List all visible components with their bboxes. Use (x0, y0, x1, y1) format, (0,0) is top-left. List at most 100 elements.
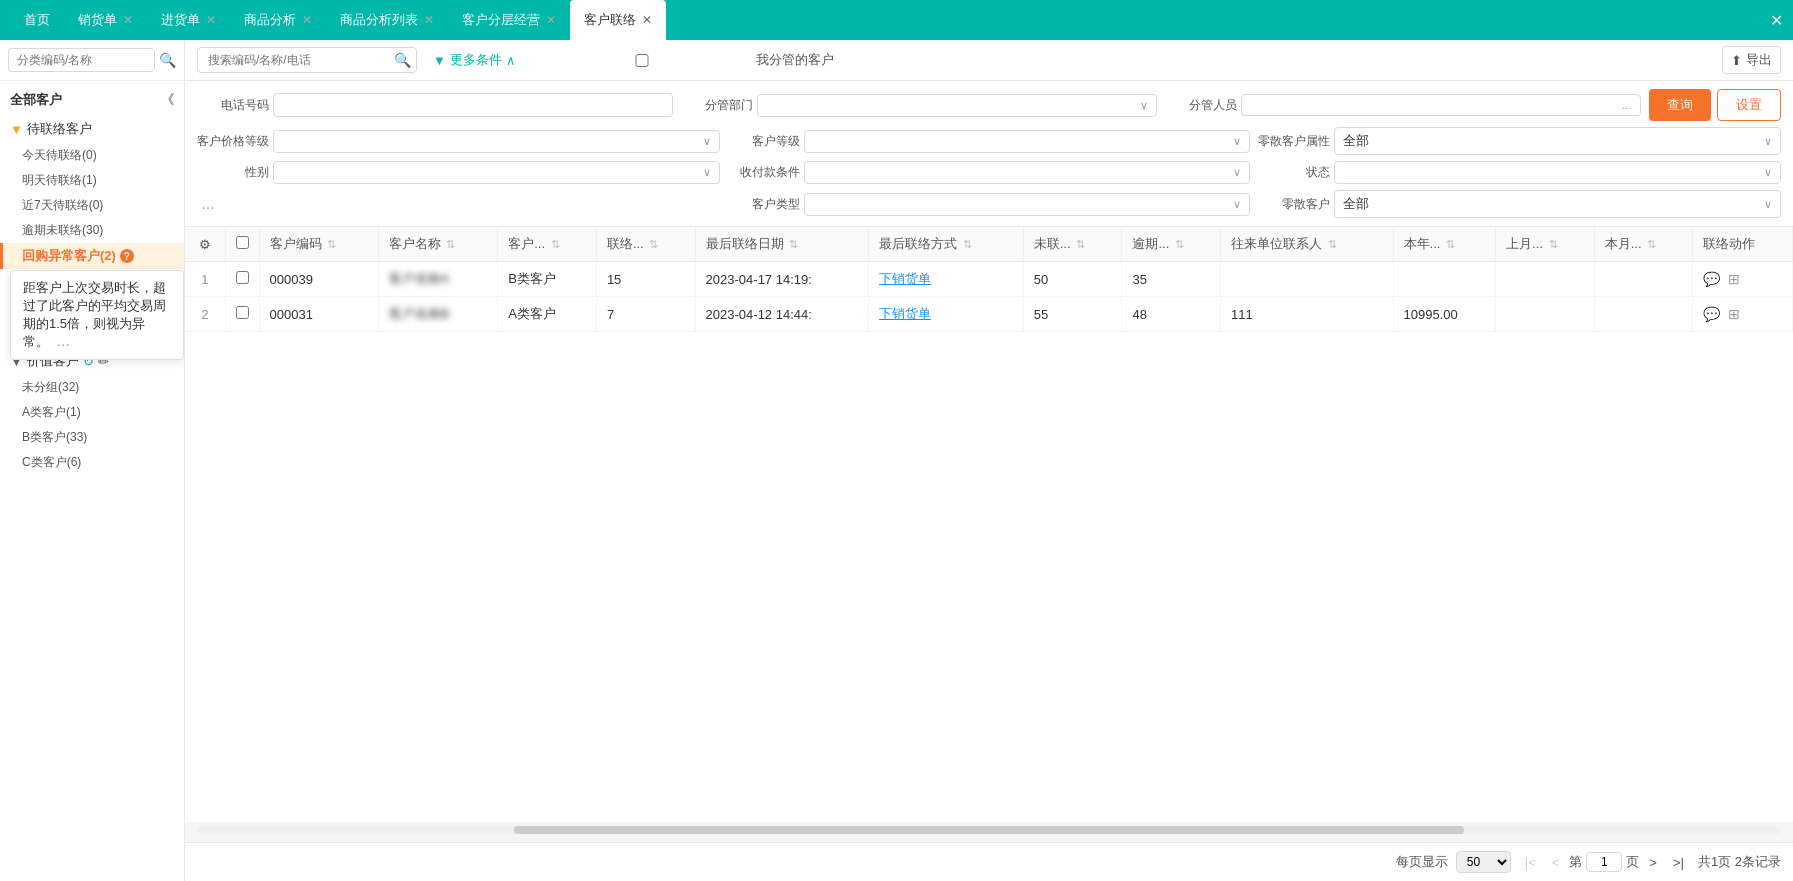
row2-no-contact: 55 (1023, 297, 1122, 332)
phone-field: 电话号码 (197, 93, 673, 117)
retail-attr-select[interactable]: 全部∨ (1334, 127, 1781, 155)
export-button[interactable]: ⬆ 导出 (1722, 46, 1781, 74)
col-name-label: 客户名称 (389, 236, 441, 251)
customer-price-field: 客户价格等级 ∨ (197, 130, 720, 153)
customer-price-label: 客户价格等级 (197, 133, 269, 150)
my-customer-checkbox[interactable] (532, 54, 752, 67)
nav-customer-contact[interactable]: 客户联络 ✕ (570, 0, 666, 40)
sidebar-item-repeat-buy[interactable]: 回购异常客户(2) ? (0, 243, 184, 269)
this-month-sort-icon[interactable]: ⇅ (1647, 238, 1656, 250)
dept-select[interactable]: ∨ (757, 94, 1157, 117)
row1-last-method-link[interactable]: 下销货单 (879, 271, 931, 286)
nav-product-analysis-list[interactable]: 商品分析列表 ✕ (326, 0, 448, 40)
payment-label: 收付款条件 (728, 164, 800, 181)
close-product-list-icon[interactable]: ✕ (424, 13, 434, 27)
select-all-checkbox[interactable] (236, 236, 249, 249)
sidebar-collapse-icon[interactable]: 《 (161, 91, 174, 109)
customer-type-select[interactable]: ∨ (804, 193, 1251, 216)
sidebar-item-ungrouped[interactable]: 未分组(32) (0, 375, 184, 400)
sidebar-item-c-class[interactable]: C类客户(6) (0, 450, 184, 475)
retail-select[interactable]: 全部∨ (1334, 190, 1781, 218)
nav-customer-tier[interactable]: 客户分层经营 ✕ (448, 0, 570, 40)
row1-more-icon[interactable]: ⊞ (1728, 271, 1740, 287)
this-year-sort-icon[interactable]: ⇅ (1446, 238, 1455, 250)
tooltip-more-icon[interactable]: … (56, 333, 70, 349)
close-sales-order-icon[interactable]: ✕ (123, 13, 133, 27)
search-button-icon[interactable]: 🔍 (394, 52, 411, 68)
page-number-input[interactable] (1586, 852, 1622, 872)
nav-product-analysis[interactable]: 商品分析 ✕ (230, 0, 326, 40)
settings-icon[interactable]: ⚙ (199, 237, 211, 252)
content-area: 🔍 ▼ 更多条件 ∧ 我分管的客户 ⬆ 导出 电话号码 (185, 40, 1793, 881)
advanced-filter-panel: 电话号码 分管部门 ∨ 分管人员 … 查询 设置 (185, 81, 1793, 227)
per-page-select[interactable]: 50 100 200 (1456, 851, 1511, 873)
first-page-button[interactable]: |< (1519, 853, 1542, 872)
manager-select[interactable]: … (1241, 94, 1641, 116)
close-purchase-order-icon[interactable]: ✕ (206, 13, 216, 27)
payment-select[interactable]: ∨ (804, 161, 1251, 184)
row1-checkbox[interactable] (236, 271, 249, 284)
next-page-button[interactable]: > (1643, 853, 1663, 872)
last-date-sort-icon[interactable]: ⇅ (789, 238, 798, 250)
contact-count-sort-icon[interactable]: ⇅ (649, 238, 658, 250)
sidebar-pending-section[interactable]: ▼ 待联络客户 (0, 115, 184, 143)
no-contact-sort-icon[interactable]: ⇅ (1076, 238, 1085, 250)
sidebar-item-tomorrow[interactable]: 明天待联络(1) (0, 168, 184, 193)
payment-chevron-icon: ∨ (1233, 166, 1241, 179)
tooltip-box: 距客户上次交易时长，超过了此客户的平均交易周期的1.5倍，则视为异常。 … (10, 270, 184, 360)
more-filter-field: … (197, 196, 720, 212)
row1-chat-icon[interactable]: 💬 (1703, 271, 1720, 287)
sidebar-item-b-class[interactable]: B类客户(33) (0, 425, 184, 450)
sidebar-item-overdue[interactable]: 逾期未联络(30) (0, 218, 184, 243)
repeat-buy-help-icon[interactable]: ? (120, 249, 134, 263)
close-customer-contact-icon[interactable]: ✕ (642, 13, 652, 27)
sidebar-item-today[interactable]: 今天待联络(0) (0, 143, 184, 168)
customer-price-select[interactable]: ∨ (273, 130, 720, 153)
sidebar-item-7days[interactable]: 近7天待联络(0) (0, 193, 184, 218)
nav-purchase-order[interactable]: 进货单 ✕ (147, 0, 230, 40)
col-contact-count-header: 联络... ⇅ (596, 227, 695, 262)
contact-person-sort-icon[interactable]: ⇅ (1328, 238, 1337, 250)
horizontal-scrollbar-thumb[interactable] (514, 826, 1464, 834)
search-input[interactable] (197, 47, 417, 73)
overdue-sort-icon[interactable]: ⇅ (1175, 238, 1184, 250)
close-product-analysis-icon[interactable]: ✕ (302, 13, 312, 27)
sidebar-search-input[interactable] (8, 48, 155, 72)
row2-more-icon[interactable]: ⊞ (1728, 306, 1740, 322)
set-button[interactable]: 设置 (1717, 89, 1781, 121)
last-method-sort-icon[interactable]: ⇅ (963, 238, 972, 250)
status-select[interactable]: ∨ (1334, 161, 1781, 184)
close-customer-tier-icon[interactable]: ✕ (546, 13, 556, 27)
row2-checkbox[interactable] (236, 306, 249, 319)
row2-last-method-link[interactable]: 下销货单 (879, 306, 931, 321)
prev-page-button[interactable]: < (1546, 853, 1566, 872)
my-customer-checkbox-wrap[interactable]: 我分管的客户 (532, 51, 834, 69)
gender-select[interactable]: ∨ (273, 161, 720, 184)
row2-chat-icon[interactable]: 💬 (1703, 306, 1720, 322)
sidebar-item-a-class[interactable]: A类客户(1) (0, 400, 184, 425)
window-close-icon[interactable]: ✕ (1770, 11, 1783, 30)
last-month-sort-icon[interactable]: ⇅ (1549, 238, 1558, 250)
customer-type-label: 客户类型 (728, 196, 800, 213)
nav-sales-order[interactable]: 销货单 ✕ (64, 0, 147, 40)
level-sort-icon[interactable]: ⇅ (551, 238, 560, 250)
row2-contact-person: 111 (1221, 297, 1393, 332)
more-filter-icon[interactable]: … (197, 196, 219, 212)
phone-input[interactable] (273, 93, 673, 117)
col-level-header: 客户... ⇅ (498, 227, 597, 262)
customer-level-select[interactable]: ∨ (804, 130, 1251, 153)
name-sort-icon[interactable]: ⇅ (446, 238, 455, 250)
payment-field: 收付款条件 ∨ (728, 161, 1251, 184)
code-sort-icon[interactable]: ⇅ (327, 238, 336, 250)
horizontal-scrollbar-track[interactable] (197, 826, 1781, 834)
last-page-button[interactable]: >| (1667, 853, 1690, 872)
col-no-contact-header: 未联... ⇅ (1023, 227, 1122, 262)
more-conditions-button[interactable]: ▼ 更多条件 ∧ (425, 47, 524, 73)
row2-action: 💬 ⊞ (1693, 297, 1793, 332)
query-button[interactable]: 查询 (1649, 89, 1711, 121)
row2-last-date: 2023-04-12 14:44: (695, 297, 868, 332)
sidebar-search-icon[interactable]: 🔍 (159, 52, 176, 68)
sidebar-all-customers-header[interactable]: 全部客户 《 (0, 85, 184, 115)
nav-home[interactable]: 首页 (10, 0, 64, 40)
row1-level: B类客户 (498, 262, 597, 297)
